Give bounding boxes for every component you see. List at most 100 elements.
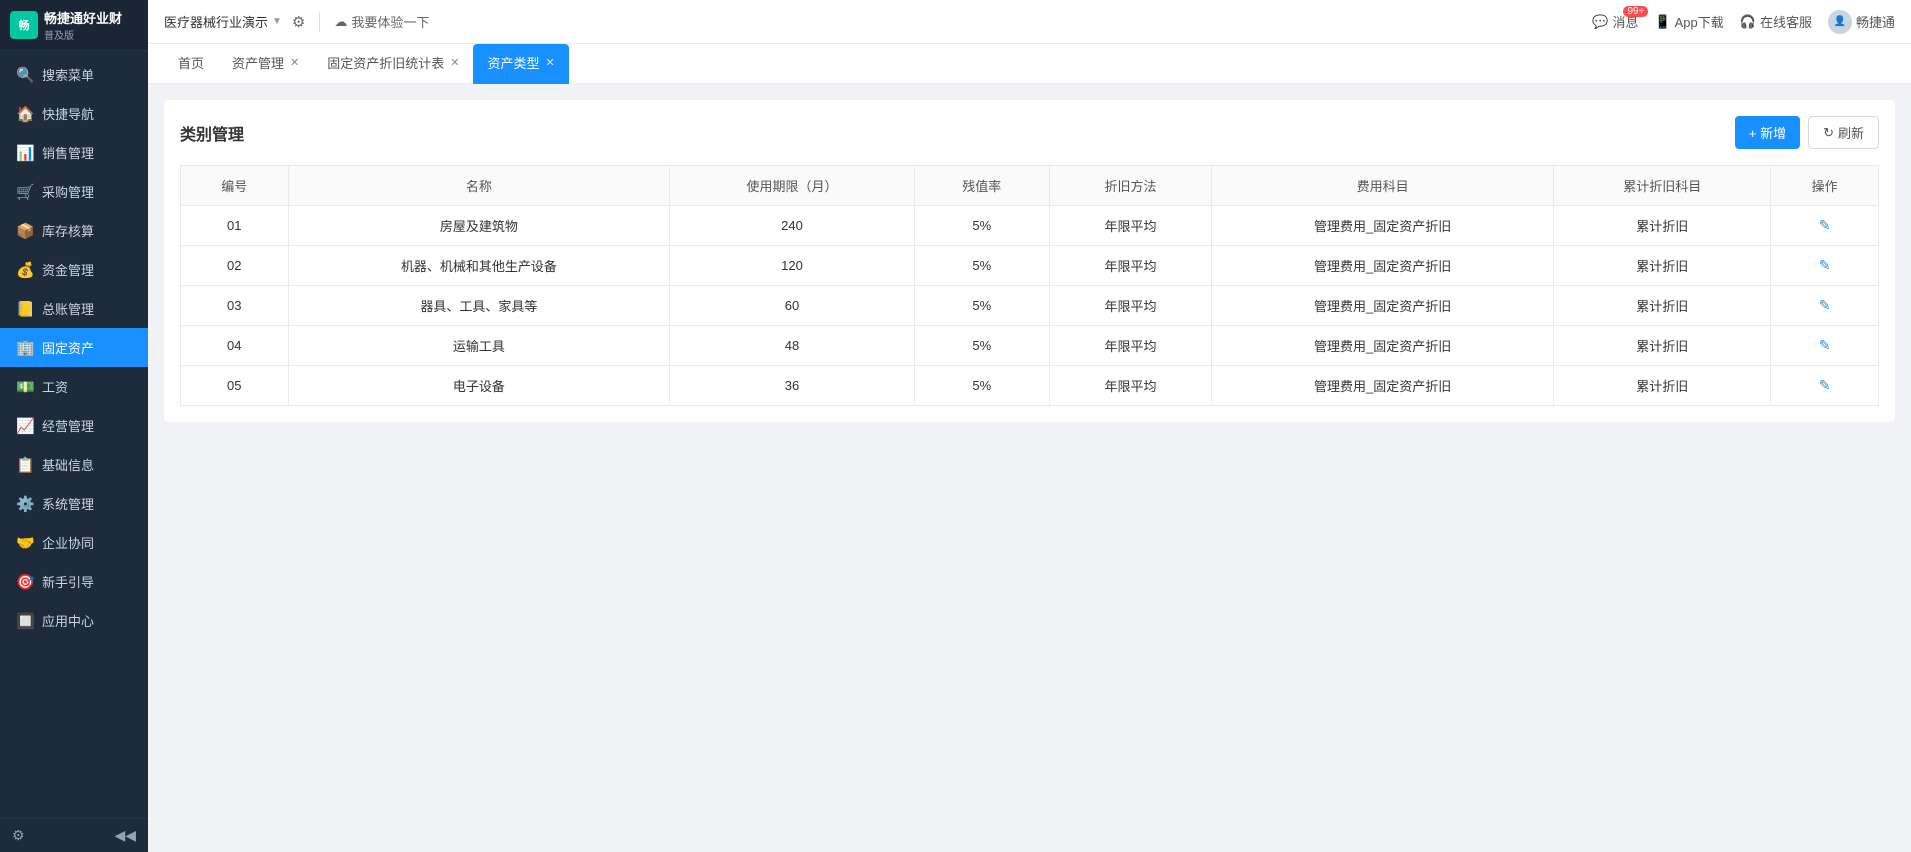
edit-icon[interactable]: ✎: [1819, 297, 1831, 313]
table-row: 01房屋及建筑物2405%年限平均管理费用_固定资产折旧累计折旧✎: [181, 206, 1879, 246]
cell-action: ✎: [1771, 286, 1879, 326]
customer-service-button[interactable]: 🎧 在线客服: [1740, 12, 1812, 31]
nav-icon-search: 🔍: [16, 66, 34, 84]
nav-label-system: 系统管理: [42, 494, 94, 513]
tab-label: 首页: [178, 53, 204, 72]
nav-label-enterprise: 企业协同: [42, 533, 94, 552]
collapse-icon[interactable]: ◀◀: [114, 827, 136, 844]
tab-depreciation-table[interactable]: 固定资产折旧统计表✕: [313, 44, 473, 84]
sidebar-menu: 🔍 搜索菜单 🏠 快捷导航 📊 销售管理 🛒 采购管理 📦 库存核算 💰 资金管…: [0, 51, 148, 818]
experience-button[interactable]: ☁ 我要体验一下: [334, 12, 429, 31]
cell-expense: 管理费用_固定资产折旧: [1212, 326, 1554, 366]
table-header: 编号名称使用期限（月）残值率折旧方法费用科目累计折旧科目操作: [181, 166, 1879, 206]
cell-residual: 5%: [914, 206, 1049, 246]
cell-accum: 累计折旧: [1554, 206, 1771, 246]
tab-asset-type[interactable]: 资产类型✕: [473, 44, 568, 84]
app-download-button[interactable]: 📱 App下载: [1654, 12, 1723, 31]
tab-close-asset-type[interactable]: ✕: [546, 56, 555, 69]
nav-icon-operation: 📈: [16, 417, 34, 435]
nav-icon-appcenter: 🔲: [16, 612, 34, 630]
nav-icon-system: ⚙️: [16, 495, 34, 513]
sidebar-item-newbie[interactable]: 🎯 新手引导: [0, 562, 148, 601]
cell-method: 年限平均: [1049, 326, 1211, 366]
page-title: 类别管理: [180, 121, 244, 145]
sidebar-item-ledger[interactable]: 📒 总账管理: [0, 289, 148, 328]
cell-accum: 累计折旧: [1554, 326, 1771, 366]
cell-residual: 5%: [914, 246, 1049, 286]
cell-action: ✎: [1771, 326, 1879, 366]
sidebar-item-system[interactable]: ⚙️ 系统管理: [0, 484, 148, 523]
nav-icon-salary: 💵: [16, 378, 34, 396]
nav-icon-sales: 📊: [16, 144, 34, 162]
sidebar-item-search[interactable]: 🔍 搜索菜单: [0, 55, 148, 94]
edit-icon[interactable]: ✎: [1819, 257, 1831, 273]
cell-accum: 累计折旧: [1554, 286, 1771, 326]
cell-period: 36: [670, 366, 915, 406]
cell-code: 04: [181, 326, 289, 366]
headset-icon: 🎧: [1740, 14, 1756, 30]
dropdown-arrow-icon: ▼: [272, 16, 282, 27]
nav-icon-quicknav: 🏠: [16, 105, 34, 123]
nav-label-search: 搜索菜单: [42, 65, 94, 84]
app-name[interactable]: 医疗器械行业演示 ▼: [164, 12, 282, 31]
category-management-section: 类别管理 + 新增 ↻ 刷新 编号名称使用期限（月）残值率折旧方法费用科目累计折…: [164, 100, 1895, 422]
cell-code: 02: [181, 246, 289, 286]
sidebar-item-fixed[interactable]: 🏢 固定资产: [0, 328, 148, 367]
sidebar-item-enterprise[interactable]: 🤝 企业协同: [0, 523, 148, 562]
sidebar-item-quicknav[interactable]: 🏠 快捷导航: [0, 94, 148, 133]
cell-method: 年限平均: [1049, 246, 1211, 286]
add-button[interactable]: + 新增: [1735, 116, 1800, 149]
topbar-settings-icon[interactable]: ⚙: [292, 13, 305, 31]
refresh-button[interactable]: ↻ 刷新: [1808, 116, 1879, 149]
category-table: 编号名称使用期限（月）残值率折旧方法费用科目累计折旧科目操作 01房屋及建筑物2…: [180, 165, 1879, 406]
message-badge: 99: [1623, 6, 1648, 17]
table-row: 05电子设备365%年限平均管理费用_固定资产折旧累计折旧✎: [181, 366, 1879, 406]
cell-accum: 累计折旧: [1554, 366, 1771, 406]
sidebar-item-sales[interactable]: 📊 销售管理: [0, 133, 148, 172]
cell-expense: 管理费用_固定资产折旧: [1212, 366, 1554, 406]
settings-icon[interactable]: ⚙: [12, 827, 25, 844]
sidebar-footer: ⚙ ◀◀: [0, 818, 148, 852]
nav-label-newbie: 新手引导: [42, 572, 94, 591]
nav-icon-inventory: 📦: [16, 222, 34, 240]
nav-icon-enterprise: 🤝: [16, 534, 34, 552]
sidebar-item-salary[interactable]: 💵 工资: [0, 367, 148, 406]
sidebar-item-base[interactable]: 📋 基础信息: [0, 445, 148, 484]
nav-label-appcenter: 应用中心: [42, 611, 94, 630]
section-header: 类别管理 + 新增 ↻ 刷新: [180, 116, 1879, 149]
sidebar-item-funds[interactable]: 💰 资金管理: [0, 250, 148, 289]
sidebar-item-appcenter[interactable]: 🔲 应用中心: [0, 601, 148, 640]
tab-home[interactable]: 首页: [164, 44, 218, 84]
nav-label-fixed: 固定资产: [42, 338, 94, 357]
nav-label-ledger: 总账管理: [42, 299, 94, 318]
topbar-divider: [319, 12, 320, 32]
col-header-accum: 累计折旧科目: [1554, 166, 1771, 206]
nav-icon-ledger: 📒: [16, 300, 34, 318]
cell-residual: 5%: [914, 366, 1049, 406]
cell-method: 年限平均: [1049, 366, 1211, 406]
avatar: 👤: [1828, 10, 1852, 34]
table-body: 01房屋及建筑物2405%年限平均管理费用_固定资产折旧累计折旧✎02机器、机械…: [181, 206, 1879, 406]
cell-code: 03: [181, 286, 289, 326]
edit-icon[interactable]: ✎: [1819, 337, 1831, 353]
tab-asset-mgmt[interactable]: 资产管理 ✕: [218, 44, 313, 84]
cell-method: 年限平均: [1049, 206, 1211, 246]
cell-action: ✎: [1771, 206, 1879, 246]
user-menu[interactable]: 👤 畅捷通: [1828, 10, 1895, 34]
tab-close-asset-mgmt[interactable]: ✕: [290, 56, 299, 69]
cell-action: ✎: [1771, 246, 1879, 286]
edit-icon[interactable]: ✎: [1819, 377, 1831, 393]
sidebar-item-operation[interactable]: 📈 经营管理: [0, 406, 148, 445]
sidebar-item-purchase[interactable]: 🛒 采购管理: [0, 172, 148, 211]
cell-expense: 管理费用_固定资产折旧: [1212, 246, 1554, 286]
nav-icon-base: 📋: [16, 456, 34, 474]
sidebar-item-inventory[interactable]: 📦 库存核算: [0, 211, 148, 250]
table-row: 02机器、机械和其他生产设备1205%年限平均管理费用_固定资产折旧累计折旧✎: [181, 246, 1879, 286]
tab-label: 资产管理: [232, 53, 284, 72]
cell-expense: 管理费用_固定资产折旧: [1212, 206, 1554, 246]
message-button[interactable]: 💬 消息 99: [1592, 12, 1638, 31]
tab-close-depreciation-table[interactable]: ✕: [450, 56, 459, 69]
topbar-right: 💬 消息 99 📱 App下载 🎧 在线客服 👤 畅捷通: [1592, 10, 1895, 34]
cell-period: 240: [670, 206, 915, 246]
edit-icon[interactable]: ✎: [1819, 217, 1831, 233]
